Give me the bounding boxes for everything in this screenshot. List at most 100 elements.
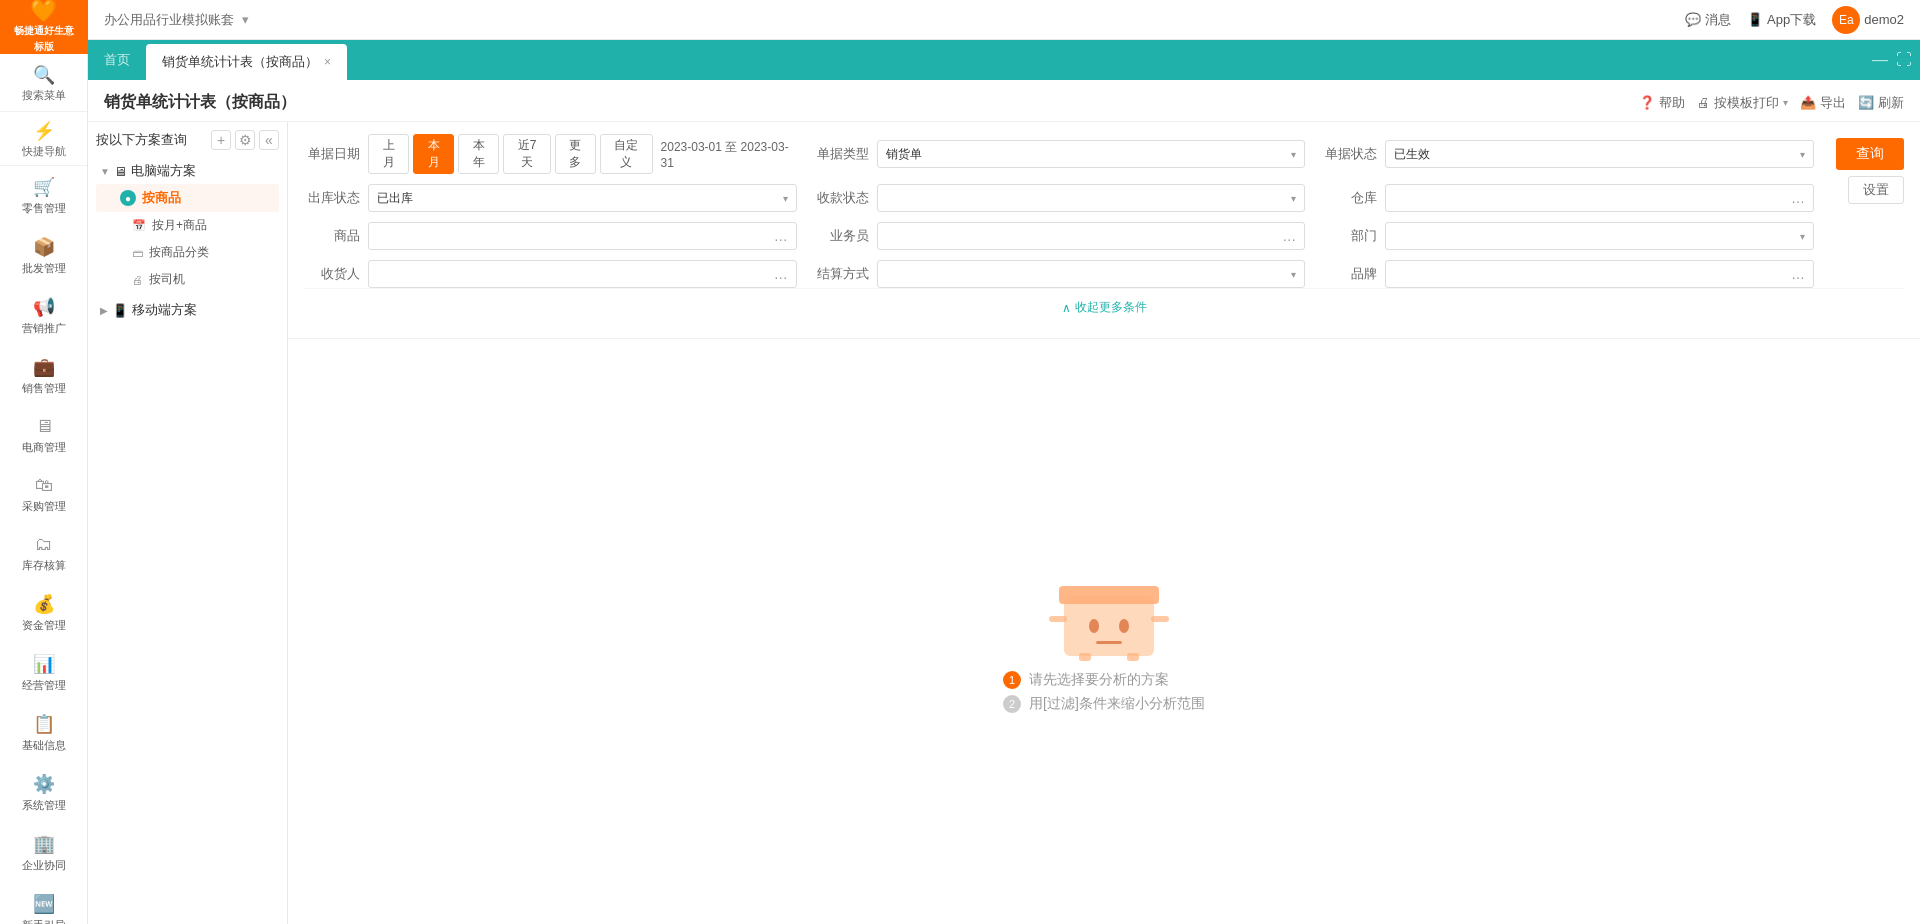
collapse-panel-btn[interactable]: « — [259, 130, 279, 150]
finance-label: 资金管理 — [22, 618, 66, 633]
query-btn[interactable]: 查询 — [1836, 138, 1904, 170]
username-label: demo2 — [1864, 12, 1904, 27]
sidebar-item-purchase[interactable]: 🛍 采购管理 — [0, 465, 87, 524]
basic-icon: 📋 — [33, 713, 55, 735]
industry-name: 办公用品行业模拟账套 — [104, 11, 234, 29]
content-area: 按以下方案查询 + ⚙ « ▼ 🖥 电脑端方案 ● — [88, 122, 1920, 924]
logo-icon: 🧡 — [30, 0, 57, 22]
scheme-item-by-driver[interactable]: 🖨 按司机 — [96, 266, 279, 293]
doc-status-label: 单据状态 — [1321, 145, 1377, 163]
dept-input[interactable]: ▾ — [1385, 222, 1814, 250]
filter-area: 单据日期 上月 本月 本年 近7天 更多 自定义 2023-03-01 至 20… — [288, 122, 1920, 339]
page-actions: ❓ 帮助 🖨 按模板打印 ▾ 📤 导出 🔄 刷新 — [1639, 94, 1904, 112]
sidebar-item-system[interactable]: ⚙️ 系统管理 — [0, 763, 87, 823]
doc-type-input[interactable]: 销货单 ▾ — [877, 140, 1306, 168]
filter-doc-status: 单据状态 已生效 ▾ — [1321, 140, 1814, 168]
topbar-left: 办公用品行业模拟账套 ▾ — [104, 11, 249, 29]
doc-status-input[interactable]: 已生效 ▾ — [1385, 140, 1814, 168]
dropdown-arrow-icon[interactable]: ▾ — [242, 12, 249, 27]
tab-active[interactable]: 销货单统计计表（按商品） × — [146, 44, 347, 80]
brand-input[interactable]: … — [1385, 260, 1814, 288]
settings-btn[interactable]: 设置 — [1848, 176, 1904, 204]
driver-icon: 🖨 — [132, 274, 143, 286]
warehouse-input[interactable]: … — [1385, 184, 1814, 212]
collapse-btn[interactable]: ∧ 收起更多条件 — [1056, 293, 1153, 322]
help-label: 帮助 — [1659, 94, 1685, 112]
system-icon: ⚙️ — [33, 773, 55, 795]
date-btn-more[interactable]: 更多 — [555, 134, 596, 174]
retail-icon: 🛒 — [33, 176, 55, 198]
user-btn[interactable]: Ea demo2 — [1832, 6, 1904, 34]
operations-label: 经营管理 — [22, 678, 66, 693]
mobile-group-arrow: ▶ — [100, 305, 108, 316]
sidebar-item-inventory[interactable]: 🗂 库存核算 — [0, 524, 87, 583]
settle-input[interactable]: ▾ — [877, 260, 1306, 288]
sales-dots: … — [1282, 228, 1296, 244]
sidebar-item-finance[interactable]: 💰 资金管理 — [0, 583, 87, 643]
tab-maximize-icon[interactable]: ⛶ — [1896, 51, 1912, 69]
print-dropdown-icon: ▾ — [1783, 97, 1788, 108]
driver-label: 按司机 — [149, 271, 185, 288]
help-icon: ❓ — [1639, 95, 1655, 110]
sidebar-item-enterprise[interactable]: 🏢 企业协同 — [0, 823, 87, 883]
mobile-icon: 📱 — [112, 303, 128, 318]
settings-scheme-btn[interactable]: ⚙ — [235, 130, 255, 150]
sidebar-item-ecommerce[interactable]: 🖥 电商管理 — [0, 406, 87, 465]
sidebar-item-guide[interactable]: 🆕 新手引导 — [0, 883, 87, 924]
tab-minimize-icon[interactable]: — — [1872, 51, 1888, 69]
print-icon: 🖨 — [1697, 95, 1710, 110]
app-download-btn[interactable]: 📱 App下载 — [1747, 11, 1816, 29]
out-status-input[interactable]: 已出库 ▾ — [368, 184, 797, 212]
sidebar-item-marketing[interactable]: 📢 营销推广 — [0, 286, 87, 346]
sidebar-quick-nav-section[interactable]: ⚡ 快捷导航 — [0, 112, 87, 166]
date-btn-this-month[interactable]: 本月 — [413, 134, 454, 174]
sales-input[interactable]: … — [877, 222, 1306, 250]
logo-subtitle: 标版 — [34, 40, 54, 54]
sidebar-item-operations[interactable]: 📊 经营管理 — [0, 643, 87, 703]
scheme-item-by-category[interactable]: 🗃 按商品分类 — [96, 239, 279, 266]
pc-group-label: 电脑端方案 — [131, 162, 196, 180]
sidebar-search-section[interactable]: 🔍 搜索菜单 — [0, 54, 87, 112]
message-btn[interactable]: 💬 消息 — [1685, 11, 1731, 29]
date-label: 单据日期 — [304, 145, 360, 163]
add-scheme-btn[interactable]: + — [211, 130, 231, 150]
settle-label: 结算方式 — [813, 265, 869, 283]
collection-input[interactable]: ▾ — [877, 184, 1306, 212]
out-status-value: 已出库 — [377, 190, 413, 207]
print-btn[interactable]: 🖨 按模板打印 ▾ — [1697, 94, 1788, 112]
filter-goods: 商品 … — [304, 222, 797, 250]
sidebar-item-sales[interactable]: 💼 销售管理 — [0, 346, 87, 406]
receiver-input[interactable]: … — [368, 260, 797, 288]
date-btn-this-year[interactable]: 本年 — [458, 134, 499, 174]
filter-date: 单据日期 上月 本月 本年 近7天 更多 自定义 2023-03-01 至 20… — [304, 134, 797, 174]
empty-illustration — [1044, 551, 1164, 651]
sidebar-item-wholesale[interactable]: 📦 批发管理 — [0, 226, 87, 286]
scheme-group-pc-header[interactable]: ▼ 🖥 电脑端方案 — [96, 158, 279, 184]
date-btn-custom[interactable]: 自定义 — [600, 134, 653, 174]
export-btn[interactable]: 📤 导出 — [1800, 94, 1846, 112]
sidebar-search-label: 搜索菜单 — [22, 88, 66, 103]
receiver-dots: … — [774, 266, 788, 282]
filter-sales: 业务员 … — [813, 222, 1306, 250]
sidebar-item-basic[interactable]: 📋 基础信息 — [0, 703, 87, 763]
refresh-icon: 🔄 — [1858, 95, 1874, 110]
help-btn[interactable]: ❓ 帮助 — [1639, 94, 1685, 112]
sidebar-item-retail[interactable]: 🛒 零售管理 — [0, 166, 87, 226]
date-btn-7days[interactable]: 近7天 — [503, 134, 551, 174]
tab-home[interactable]: 首页 — [88, 40, 146, 80]
tab-close-btn[interactable]: × — [324, 55, 331, 69]
scheme-group-mobile-header[interactable]: ▶ 📱 移动端方案 — [96, 297, 279, 323]
month-goods-label: 按月+商品 — [152, 217, 207, 234]
logo-text: 畅捷通好生意 — [14, 24, 74, 38]
guide-icon: 🆕 — [33, 893, 55, 915]
svg-rect-8 — [1127, 653, 1139, 661]
step1-text: 请先选择要分析的方案 — [1029, 671, 1169, 689]
finance-icon: 💰 — [33, 593, 55, 615]
goods-input[interactable]: … — [368, 222, 797, 250]
refresh-btn[interactable]: 🔄 刷新 — [1858, 94, 1904, 112]
scheme-item-by-goods[interactable]: ● 按商品 — [96, 184, 279, 212]
date-btn-last-month[interactable]: 上月 — [368, 134, 409, 174]
scheme-item-by-month-goods[interactable]: 📅 按月+商品 — [96, 212, 279, 239]
step2-text: 用[过滤]条件来缩小分析范围 — [1029, 695, 1205, 713]
inventory-icon: 🗂 — [35, 534, 53, 555]
